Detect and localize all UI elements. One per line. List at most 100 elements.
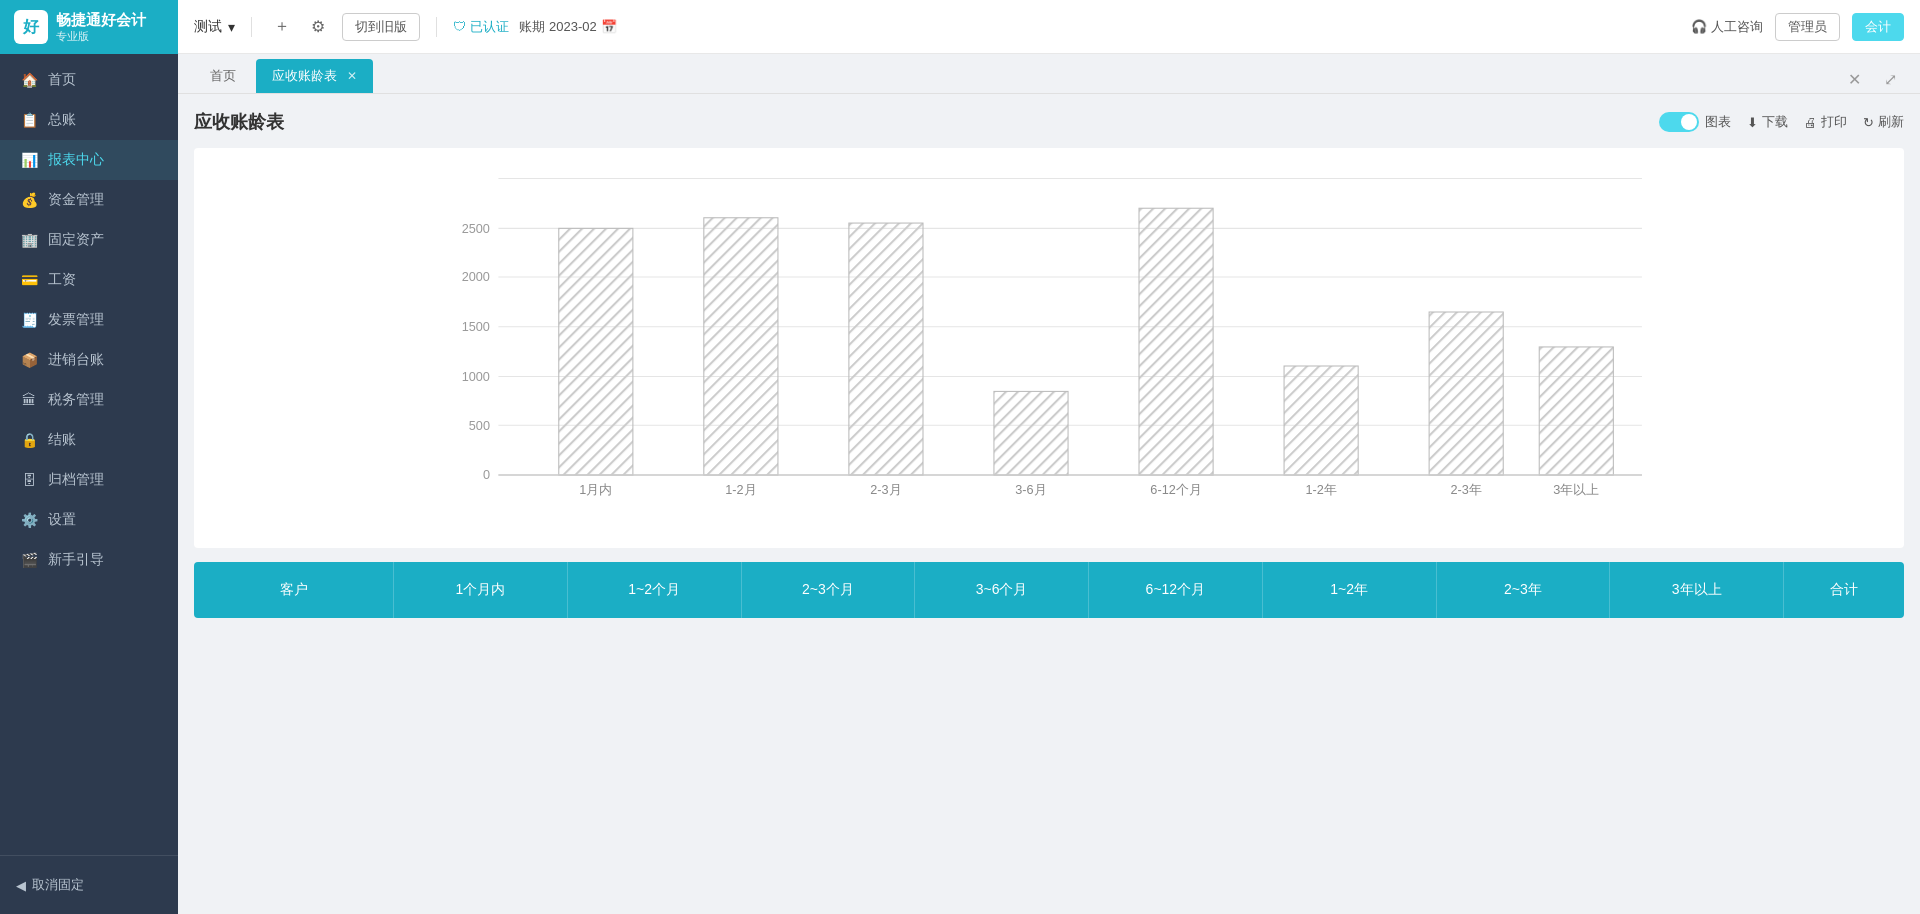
sidebar-item-archive[interactable]: 🗄 归档管理: [0, 460, 178, 500]
download-btn[interactable]: ⬇ 下载: [1747, 113, 1788, 131]
table-card: 客户1个月内1~2个月2~3个月3~6个月6~12个月1~2年2~3年3年以上合…: [194, 562, 1904, 618]
home-icon: 🏠: [20, 71, 38, 89]
bar-6-12month: [1139, 208, 1213, 475]
sidebar-label-archive: 归档管理: [48, 471, 104, 489]
accountant-role-btn[interactable]: 会计: [1852, 13, 1904, 41]
invoice-icon: 🧾: [20, 311, 38, 329]
refresh-icon: ↻: [1863, 115, 1874, 130]
bar-1-2year: [1284, 366, 1358, 475]
svg-text:3年以上: 3年以上: [1553, 483, 1599, 497]
svg-text:2-3年: 2-3年: [1451, 483, 1482, 497]
sidebar-label-assets: 固定资产: [48, 231, 104, 249]
project-selector[interactable]: 测试 ▾: [194, 18, 235, 36]
svg-text:500: 500: [469, 419, 490, 433]
cancel-fixed-btn[interactable]: ◀ 取消固定: [0, 866, 178, 904]
table-header-cell: 1个月内: [394, 562, 568, 618]
app-logo: 好 畅捷通好会计 专业版: [0, 0, 178, 54]
archive-icon: 🗄: [20, 471, 38, 489]
dropdown-icon: ▾: [228, 19, 235, 35]
page-title: 应收账龄表: [194, 110, 284, 134]
sidebar-item-close[interactable]: 🔒 结账: [0, 420, 178, 460]
sidebar-item-assets[interactable]: 🏢 固定资产: [0, 220, 178, 260]
sidebar-item-capital[interactable]: 💰 资金管理: [0, 180, 178, 220]
sidebar-item-reports[interactable]: 📊 报表中心: [0, 140, 178, 180]
sidebar-item-guide[interactable]: 🎬 新手引导: [0, 540, 178, 580]
svg-text:1500: 1500: [462, 320, 490, 334]
period-value: 2023-02: [549, 19, 597, 34]
sidebar-item-home[interactable]: 🏠 首页: [0, 60, 178, 100]
table-header-cell: 2~3年: [1437, 562, 1611, 618]
tab-aging[interactable]: 应收账龄表 ✕: [256, 59, 373, 93]
sidebar-label-invoice: 发票管理: [48, 311, 104, 329]
svg-text:1000: 1000: [462, 370, 490, 384]
calendar-icon[interactable]: 📅: [601, 19, 617, 34]
chart-toggle-wrap: 图表: [1659, 112, 1731, 132]
main-area: 测试 ▾ ＋ ⚙ 切到旧版 🛡 已认证 账期 2023-02 📅 🎧 人工咨询 …: [178, 0, 1920, 914]
toggle-knob: [1681, 114, 1697, 130]
settings-icon: ⚙️: [20, 511, 38, 529]
certified-badge: 🛡 已认证: [453, 18, 509, 36]
headset-icon: 🎧: [1691, 19, 1707, 34]
sidebar-label-capital: 资金管理: [48, 191, 104, 209]
sidebar-item-wages[interactable]: 💳 工资: [0, 260, 178, 300]
sidebar-label-reports: 报表中心: [48, 151, 104, 169]
cancel-fixed-label: 取消固定: [32, 876, 84, 894]
bar-3plus-year: [1539, 347, 1613, 475]
chart-container: 0 500 1000 1500 2000 2500 1月内 1-2月: [214, 168, 1884, 528]
download-icon: ⬇: [1747, 115, 1758, 130]
assets-icon: 🏢: [20, 231, 38, 249]
sidebar-item-purchase[interactable]: 📦 进销台账: [0, 340, 178, 380]
switch-version-btn[interactable]: 切到旧版: [342, 13, 420, 41]
bar-1month: [559, 228, 633, 475]
table-header-cell: 2~3个月: [742, 562, 916, 618]
manager-role-btn[interactable]: 管理员: [1775, 13, 1840, 41]
tab-home[interactable]: 首页: [194, 59, 252, 93]
table-header: 客户1个月内1~2个月2~3个月3~6个月6~12个月1~2年2~3年3年以上合…: [194, 562, 1904, 618]
table-header-cell: 合计: [1784, 562, 1904, 618]
svg-text:2-3月: 2-3月: [870, 483, 901, 497]
app-version: 专业版: [56, 29, 146, 44]
add-btn[interactable]: ＋: [268, 13, 296, 41]
bar-chart-svg: 0 500 1000 1500 2000 2500 1月内 1-2月: [214, 168, 1884, 528]
close-icon: 🔒: [20, 431, 38, 449]
sidebar-item-ledger[interactable]: 📋 总账: [0, 100, 178, 140]
service-btn[interactable]: 🎧 人工咨询: [1691, 18, 1763, 36]
table-header-cell: 3~6个月: [915, 562, 1089, 618]
project-name: 测试: [194, 18, 222, 36]
svg-text:1-2年: 1-2年: [1305, 483, 1336, 497]
sidebar-item-settings[interactable]: ⚙️ 设置: [0, 500, 178, 540]
sidebar-item-invoice[interactable]: 🧾 发票管理: [0, 300, 178, 340]
sidebar-label-ledger: 总账: [48, 111, 76, 129]
period-display: 账期 2023-02 📅: [519, 18, 617, 36]
bar-1-2month: [704, 218, 778, 475]
page-actions: 图表 ⬇ 下载 🖨 打印 ↻ 刷新: [1659, 112, 1904, 132]
bar-3-6month: [994, 391, 1068, 475]
shield-icon: 🛡: [453, 19, 466, 34]
expand-window-btn[interactable]: ⤢: [1876, 65, 1904, 93]
refresh-btn[interactable]: ↻ 刷新: [1863, 113, 1904, 131]
period-label: 账期: [519, 18, 545, 36]
service-label: 人工咨询: [1711, 18, 1763, 36]
topbar-right: 🎧 人工咨询 管理员 会计: [1691, 13, 1904, 41]
app-name: 畅捷通好会计: [56, 11, 146, 29]
close-window-btn[interactable]: ✕: [1840, 65, 1868, 93]
table-header-cell: 6~12个月: [1089, 562, 1263, 618]
chart-toggle[interactable]: [1659, 112, 1699, 132]
logo-icon: 好: [14, 10, 48, 44]
sidebar-label-guide: 新手引导: [48, 551, 104, 569]
settings-btn[interactable]: ⚙: [304, 13, 332, 41]
sidebar-label-tax: 税务管理: [48, 391, 104, 409]
chart-card: 0 500 1000 1500 2000 2500 1月内 1-2月: [194, 148, 1904, 548]
guide-icon: 🎬: [20, 551, 38, 569]
svg-text:0: 0: [483, 468, 490, 482]
svg-text:1月内: 1月内: [579, 483, 612, 497]
sidebar-item-tax[interactable]: 🏛 税务管理: [0, 380, 178, 420]
table-header-cell: 1~2个月: [568, 562, 742, 618]
sidebar-label-home: 首页: [48, 71, 76, 89]
tab-close-btn[interactable]: ✕: [347, 69, 357, 83]
sidebar: 好 畅捷通好会计 专业版 🏠 首页 📋 总账 📊 报表中心 💰 资金管理 🏢 固…: [0, 0, 178, 914]
ledger-icon: 📋: [20, 111, 38, 129]
print-btn[interactable]: 🖨 打印: [1804, 113, 1847, 131]
table-header-cell: 1~2年: [1263, 562, 1437, 618]
topbar-actions: ＋ ⚙: [268, 13, 332, 41]
